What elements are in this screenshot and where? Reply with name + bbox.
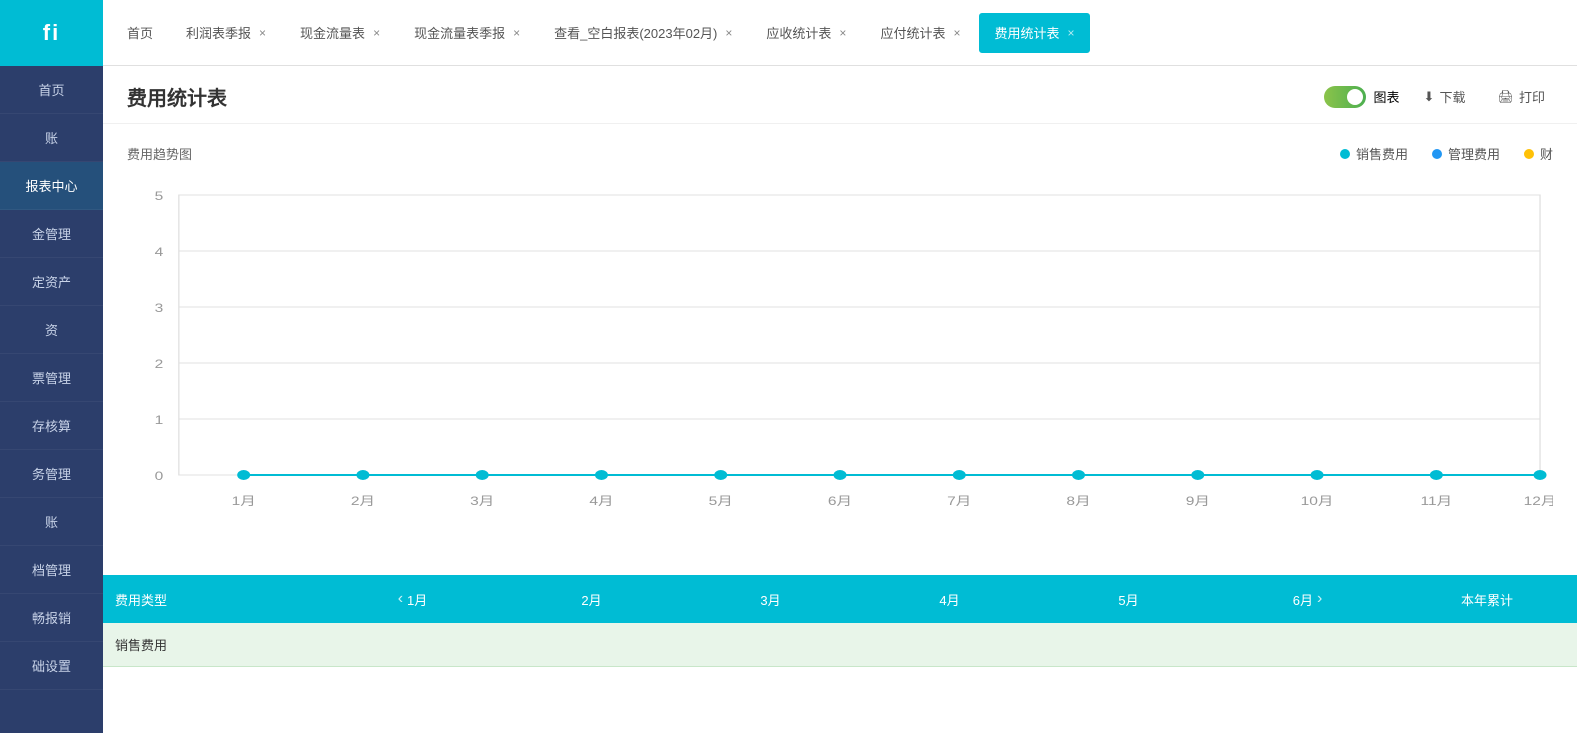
tab-receivable[interactable]: 应收统计表 × [751,13,861,53]
th-type: 费用类型 [103,590,323,609]
svg-text:4月: 4月 [589,494,613,508]
chart-legend: 销售费用 管理费用 财 [1340,144,1553,163]
sidebar-item-expense[interactable]: 畅报销 [0,594,103,642]
legend-sales-label: 销售费用 [1356,144,1408,163]
legend-admin-label: 管理费用 [1448,144,1500,163]
legend-finance-label: 财 [1540,144,1553,163]
toggle-label: 图表 [1374,87,1400,106]
next-month-btn[interactable]: › [1317,590,1322,608]
th-col4: 4月 [860,590,1039,609]
sidebar-item-home[interactable]: 首页 [0,66,103,114]
svg-text:3: 3 [155,301,164,315]
chart-title: 费用趋势图 [127,144,192,163]
svg-text:1月: 1月 [232,494,256,508]
sidebar-item-ledger[interactable]: 账 [0,498,103,546]
chart-toggle[interactable] [1324,86,1366,108]
chart-container: 费用趋势图 销售费用 管理费用 财 [103,124,1577,575]
tab-close-payable[interactable]: × [953,26,960,40]
sidebar: fi 首页 账 报表中心 金管理 定资产 资 票管理 存核算 务管理 账 档管理… [0,0,103,733]
tab-home[interactable]: 首页 [113,13,167,53]
legend-dot-sales [1340,149,1350,159]
svg-text:0: 0 [155,469,164,483]
tab-close-expense-stats[interactable]: × [1067,26,1074,40]
content-area: 费用统计表 图表 ⬇ 下载 🖨 打印 [103,66,1577,733]
print-icon: 🖨 [1497,89,1514,105]
svg-text:11月: 11月 [1420,494,1452,508]
tab-profit-quarterly[interactable]: 利润表季报 × [171,13,281,53]
table-header-row: 费用类型 ‹ 1月 2月 3月 4月 5月 6月 › 本年累计 [103,575,1577,623]
legend-finance: 财 [1524,144,1553,163]
sidebar-item-bills[interactable]: 票管理 [0,354,103,402]
print-button[interactable]: 🖨 打印 [1489,83,1553,110]
svg-text:3月: 3月 [470,494,494,508]
header-actions: 图表 ⬇ 下载 🖨 打印 [1324,83,1553,110]
toggle-container: 图表 [1324,86,1400,108]
svg-text:7月: 7月 [947,494,971,508]
table-row-sales: 销售费用 [103,623,1577,667]
tab-payable[interactable]: 应付统计表 × [865,13,975,53]
sidebar-item-assets[interactable]: 定资产 [0,258,103,306]
sidebar-item-finance[interactable]: 金管理 [0,210,103,258]
legend-dot-admin [1432,149,1442,159]
th-col2: 2月 [502,590,681,609]
tab-cashflow[interactable]: 现金流量表 × [285,13,395,53]
svg-text:4: 4 [155,245,164,259]
svg-text:2月: 2月 [351,494,375,508]
sidebar-item-investment[interactable]: 资 [0,306,103,354]
page-header: 费用统计表 图表 ⬇ 下载 🖨 打印 [103,66,1577,124]
th-col6: 6月 › [1218,590,1397,609]
page-title: 费用统计表 [127,82,227,111]
download-button[interactable]: ⬇ 下载 [1416,83,1474,110]
tab-close-receivable[interactable]: × [839,26,846,40]
tab-close-cashflow[interactable]: × [373,26,380,40]
legend-admin: 管理费用 [1432,144,1500,163]
svg-text:2: 2 [155,357,164,371]
svg-text:9月: 9月 [1186,494,1210,508]
th-prev[interactable]: ‹ 1月 [323,590,502,609]
th-ytd: 本年累计 [1397,590,1577,609]
svg-text:12月: 12月 [1524,494,1553,508]
sidebar-logo: fi [0,0,103,66]
tab-close-cashflow-quarterly[interactable]: × [513,26,520,40]
svg-text:5月: 5月 [709,494,733,508]
legend-sales: 销售费用 [1340,144,1408,163]
prev-month-btn[interactable]: ‹ [398,590,403,608]
sidebar-item-archives[interactable]: 档管理 [0,546,103,594]
tab-cashflow-quarterly[interactable]: 现金流量表季报 × [399,13,535,53]
content-inner: 费用统计表 图表 ⬇ 下载 🖨 打印 [103,66,1577,733]
svg-text:1: 1 [155,413,164,427]
sidebar-item-inventory[interactable]: 存核算 [0,402,103,450]
tab-close-blank-report[interactable]: × [725,26,732,40]
th-col3: 3月 [681,590,860,609]
legend-dot-finance [1524,149,1534,159]
td-type-sales: 销售费用 [103,635,323,654]
chart-header: 费用趋势图 销售费用 管理费用 财 [127,144,1553,163]
tab-expense-stats[interactable]: 费用统计表 × [979,13,1089,53]
svg-text:5: 5 [155,189,164,203]
tab-close-profit-quarterly[interactable]: × [259,26,266,40]
chart-wrapper: 5 4 3 2 1 [127,175,1553,555]
th-col5: 5月 [1039,590,1218,609]
tab-bar: 首页 利润表季报 × 现金流量表 × 现金流量表季报 × 查看_空白报表(202… [103,0,1577,66]
sidebar-item-services[interactable]: 务管理 [0,450,103,498]
sidebar-item-account[interactable]: 账 [0,114,103,162]
tab-blank-report[interactable]: 查看_空白报表(2023年02月) × [539,13,747,53]
download-label: 下载 [1439,87,1465,106]
main-content: 首页 利润表季报 × 现金流量表 × 现金流量表季报 × 查看_空白报表(202… [103,0,1577,733]
download-icon: ⬇ [1424,89,1435,105]
svg-text:6月: 6月 [828,494,852,508]
sidebar-item-settings[interactable]: 础设置 [0,642,103,690]
trend-chart: 5 4 3 2 1 [127,175,1553,535]
svg-text:10月: 10月 [1301,494,1334,508]
print-label: 打印 [1519,87,1545,106]
table-section: 费用类型 ‹ 1月 2月 3月 4月 5月 6月 › 本年累计 [103,575,1577,667]
svg-text:8月: 8月 [1066,494,1090,508]
sidebar-item-reports[interactable]: 报表中心 [0,162,103,210]
